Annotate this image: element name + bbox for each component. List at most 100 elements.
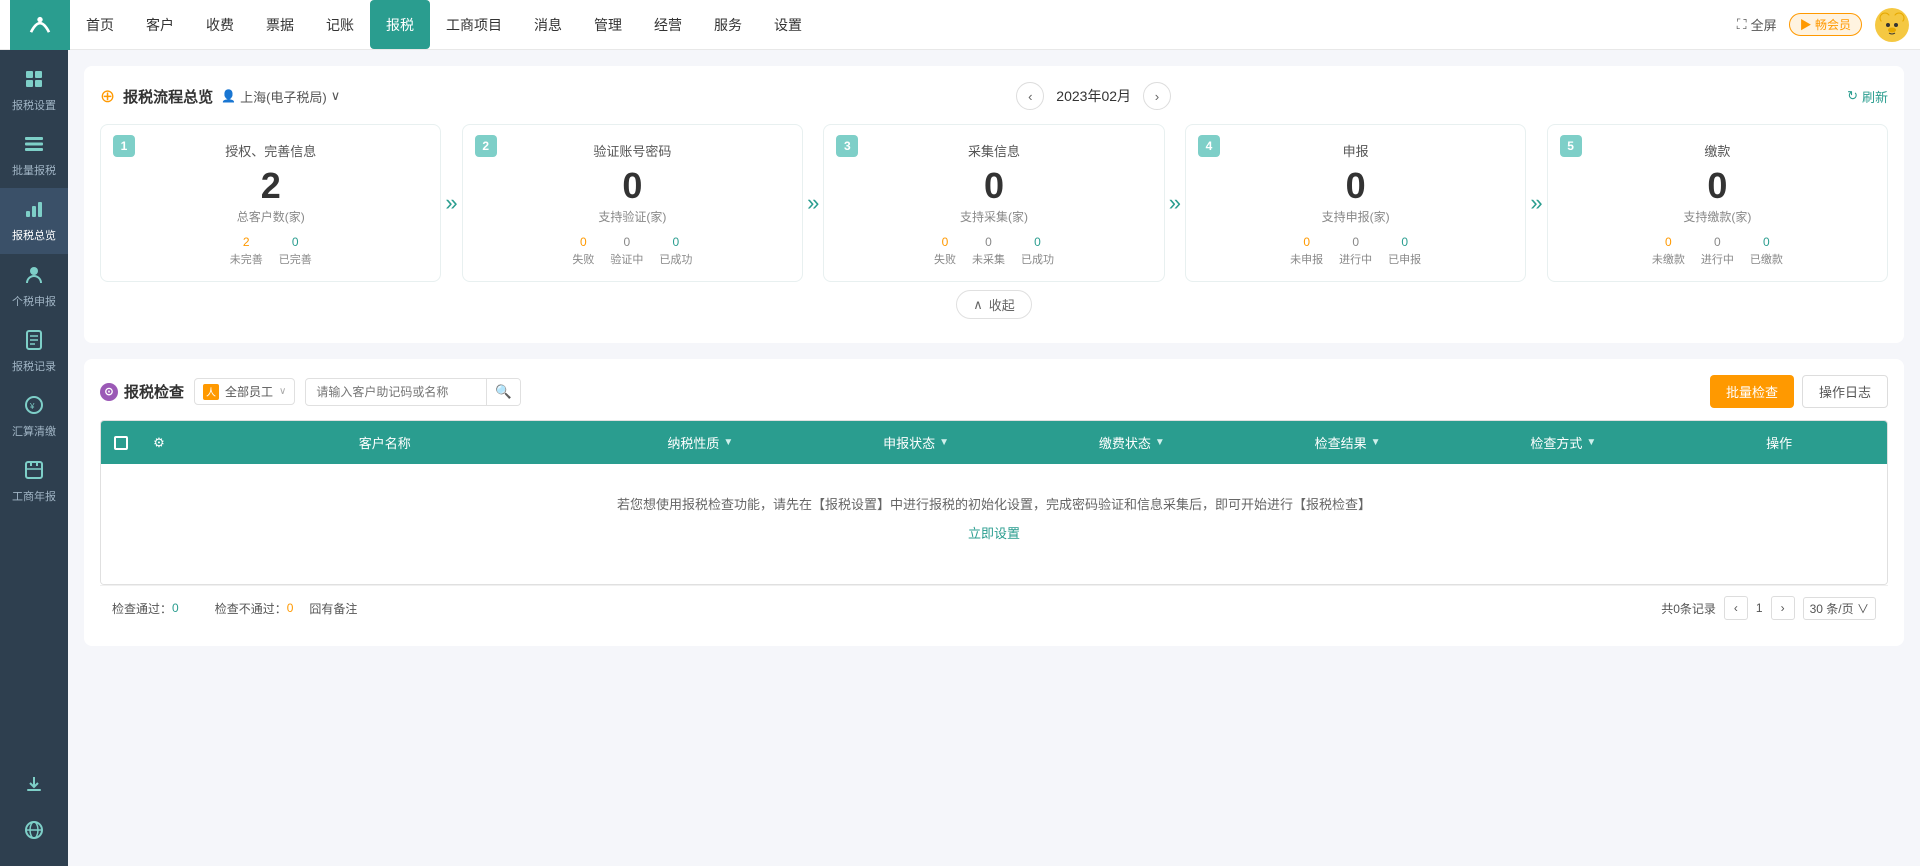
fullscreen-label: 全屏 (1751, 15, 1777, 34)
sidebar-item-annual-settlement[interactable]: ¥ 汇算清缴 (0, 384, 68, 449)
step-5-stat-1: 0 进行中 (1701, 235, 1734, 267)
collapse-bar: ∧ 收起 (100, 282, 1888, 327)
step-3-num: 3 (836, 135, 858, 157)
svg-text:¥: ¥ (29, 402, 35, 411)
next-month-btn[interactable]: › (1143, 82, 1171, 110)
step-5-success-value[interactable]: 0 (1763, 235, 1770, 249)
step-2-fail-value[interactable]: 0 (580, 235, 587, 249)
operation-log-button[interactable]: 操作日志 (1802, 375, 1888, 408)
sidebar-item-globe[interactable] (20, 810, 48, 856)
step-2-fail-label: 失败 (572, 251, 594, 267)
sidebar-item-tax-settings[interactable]: 报税设置 (0, 58, 68, 123)
sidebar-item-personal-tax[interactable]: 个税申报 (0, 254, 68, 319)
step-4-success-value[interactable]: 0 (1401, 235, 1408, 249)
sidebar-item-batch-tax[interactable]: 批量报税 (0, 123, 68, 188)
prev-page-btn[interactable]: ‹ (1724, 596, 1748, 620)
sidebar-item-label-tax-settings: 报税设置 (12, 100, 56, 113)
nav-item-operations[interactable]: 经营 (638, 0, 698, 49)
top-nav: 首页 客户 收费 票据 记账 报税 工商项目 消息 管理 经营 服务 设置 ⛶ … (0, 0, 1920, 50)
sidebar-item-tax-records[interactable]: 报税记录 (0, 319, 68, 384)
nav-item-service[interactable]: 服务 (698, 0, 758, 49)
prev-month-btn[interactable]: ‹ (1016, 82, 1044, 110)
step-5-fail-label: 未缴款 (1652, 251, 1685, 267)
step-4-stats: 0 未申报 0 进行中 0 已申报 (1202, 235, 1509, 267)
search-input[interactable] (306, 380, 486, 404)
step-2-stat-0: 0 失败 (572, 235, 594, 267)
next-page-btn[interactable]: › (1771, 596, 1795, 620)
per-page-select[interactable]: 30 条/页 ∨ (1803, 597, 1876, 620)
tax-office-selector[interactable]: 👤 上海(电子税局) ∨ (221, 87, 340, 106)
sidebar-item-annual-report[interactable]: 工商年报 (0, 449, 68, 514)
step-5-neutral-value[interactable]: 0 (1714, 235, 1721, 249)
fail-value[interactable]: 0 (287, 601, 294, 615)
header-checkbox[interactable] (114, 436, 128, 450)
step-2-neutral-value[interactable]: 0 (624, 235, 631, 249)
pass-value[interactable]: 0 (172, 601, 179, 615)
th-check-result: 检查结果 ▼ (1240, 421, 1456, 464)
step-arrow-1: » (441, 124, 461, 282)
step-2-neutral-label: 验证中 (610, 251, 643, 267)
nav-item-settings[interactable]: 设置 (758, 0, 818, 49)
nav-item-message[interactable]: 消息 (518, 0, 578, 49)
nav-item-home[interactable]: 首页 (70, 0, 130, 49)
th-tax-nature-filter[interactable]: ▼ (723, 437, 733, 448)
step-5-name: 缴款 (1564, 141, 1871, 160)
step-1-fail-value[interactable]: 2 (243, 235, 250, 249)
setup-link[interactable]: 立即设置 (968, 523, 1020, 542)
refresh-icon: ↻ (1847, 88, 1858, 104)
sidebar-item-label-tax-records: 报税记录 (12, 361, 56, 374)
step-4-neutral-value[interactable]: 0 (1352, 235, 1359, 249)
th-customer-name: 客户名称 (177, 421, 593, 464)
nav-item-management[interactable]: 管理 (578, 0, 638, 49)
sidebar-item-download[interactable] (20, 764, 48, 810)
th-check-result-label: 检查结果 (1315, 433, 1367, 452)
step-arrow-4: » (1526, 124, 1546, 282)
sidebar-item-label-tax-overview: 报税总览 (12, 230, 56, 243)
nav-item-tax[interactable]: 报税 (370, 0, 430, 49)
step-1-count: 2 (117, 168, 424, 204)
batch-check-button[interactable]: 批量检查 (1710, 375, 1794, 408)
step-2-desc: 支持验证(家) (479, 208, 786, 225)
page-number: 1 (1756, 601, 1763, 615)
step-1-stat-1: 0 已完善 (279, 235, 312, 267)
section-header: ⊕ 报税流程总览 👤 上海(电子税局) ∨ ‹ 2023年02月 › ↻ 刷新 (100, 82, 1888, 110)
globe-icon (24, 820, 44, 846)
collapse-button[interactable]: ∧ 收起 (956, 290, 1032, 319)
step-4-stat-1: 0 进行中 (1339, 235, 1372, 267)
step-3-success-value[interactable]: 0 (1034, 235, 1041, 249)
search-button[interactable]: 🔍 (486, 379, 520, 405)
nav-item-customer[interactable]: 客户 (130, 0, 190, 49)
step-5-num: 5 (1560, 135, 1582, 157)
avatar[interactable] (1874, 7, 1910, 43)
step-5-neutral-label: 进行中 (1701, 251, 1734, 267)
tax-office-label: 上海(电子税局) (240, 87, 327, 106)
th-checkbox[interactable] (101, 424, 141, 462)
nav-item-business[interactable]: 工商项目 (430, 0, 518, 49)
step-4-fail-value[interactable]: 0 (1303, 235, 1310, 249)
step-4-success-label: 已申报 (1388, 251, 1421, 267)
step-5-fail-value[interactable]: 0 (1665, 235, 1672, 249)
th-declare-filter[interactable]: ▼ (939, 437, 949, 448)
staff-icon: 人 (203, 384, 219, 400)
step-2-success-value[interactable]: 0 (673, 235, 680, 249)
nav-item-fee[interactable]: 收费 (190, 0, 250, 49)
staff-selector[interactable]: 人 全部员工 ∨ (194, 378, 295, 405)
step-3-stat-0: 0 失败 (934, 235, 956, 267)
step-5-stat-0: 0 未缴款 (1652, 235, 1685, 267)
step-3-neutral-value[interactable]: 0 (985, 235, 992, 249)
sidebar-item-label-annual-report: 工商年报 (12, 491, 56, 504)
check-title-icon: ⊙ (100, 383, 118, 401)
step-3-fail-value[interactable]: 0 (942, 235, 949, 249)
nav-item-invoice[interactable]: 票据 (250, 0, 310, 49)
sidebar-item-tax-overview[interactable]: 报税总览 (0, 188, 68, 253)
refresh-btn[interactable]: ↻ 刷新 (1847, 87, 1888, 106)
th-check-result-filter[interactable]: ▼ (1371, 437, 1381, 448)
th-check-method-filter[interactable]: ▼ (1586, 437, 1596, 448)
th-pay-filter[interactable]: ▼ (1155, 437, 1165, 448)
fullscreen-btn[interactable]: ⛶ 全屏 (1737, 15, 1777, 34)
step-1-success-value[interactable]: 0 (292, 235, 299, 249)
vip-button[interactable]: ▶ 畅会员 (1789, 13, 1862, 36)
nav-item-bookkeeping[interactable]: 记账 (310, 0, 370, 49)
th-gear[interactable]: ⚙ (141, 423, 177, 463)
personal-tax-icon (23, 264, 45, 292)
